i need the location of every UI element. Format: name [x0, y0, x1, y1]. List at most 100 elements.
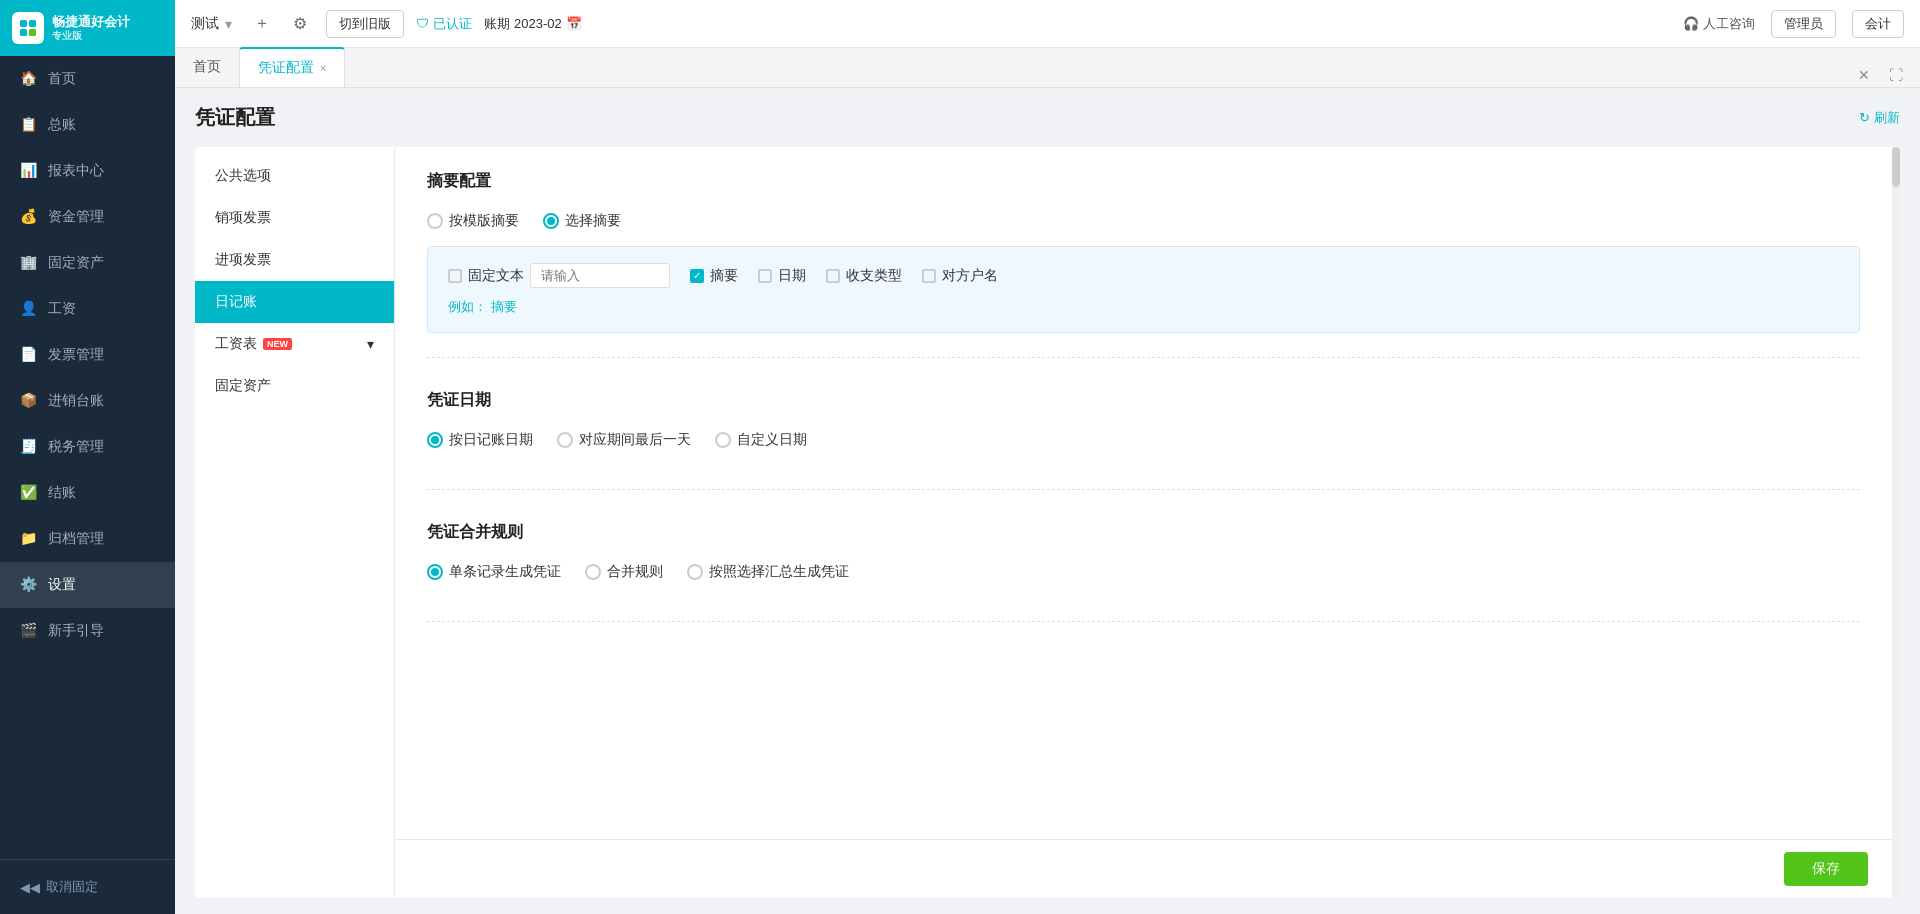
payroll-label: 工资表 NEW [215, 335, 292, 353]
topbar-actions: ＋ ⚙ [248, 10, 314, 38]
config-nav-public[interactable]: 公共选项 [195, 155, 394, 197]
verified-badge: 🛡 已认证 [416, 15, 472, 33]
voucher-date-radio-group: 按日记账日期 对应期间最后一天 自定义日期 [427, 431, 1860, 449]
payroll-icon: 👤 [20, 300, 38, 318]
save-bar: 保存 [395, 839, 1892, 898]
sidebar-item-funds[interactable]: 💰 资金管理 [0, 194, 175, 240]
income-type-checkbox[interactable] [826, 269, 840, 283]
sidebar-item-settlement[interactable]: ✅ 结账 [0, 470, 175, 516]
page-title-bar: 凭证配置 ↻ 刷新 [195, 104, 1900, 131]
summary-radio-template[interactable]: 按模版摘要 [427, 212, 519, 230]
summary-section-title: 摘要配置 [427, 171, 1860, 192]
page-wrapper: 凭证配置 ↻ 刷新 公共选项 销项发票 进项发票 [175, 88, 1920, 914]
sales-ledger-icon: 📦 [20, 392, 38, 410]
sidebar-item-invoice[interactable]: 📄 发票管理 [0, 332, 175, 378]
company-selector[interactable]: 测试 ▾ [191, 15, 232, 33]
app-logo: 畅捷通好会计 专业版 [0, 0, 175, 56]
voucher-merge-section-title: 凭证合并规则 [427, 522, 1860, 543]
home-icon: 🏠 [20, 70, 38, 88]
summary-checkbox[interactable] [690, 269, 704, 283]
topbar-right: 🎧 人工咨询 管理员 会计 [1683, 10, 1904, 38]
sidebar-item-ledger[interactable]: 📋 总账 [0, 102, 175, 148]
sidebar-item-fixed-assets[interactable]: 🏢 固定资产 [0, 240, 175, 286]
voucher-date-radio-custom[interactable]: 自定义日期 [715, 431, 807, 449]
summary-options-box: 固定文本 摘要 日期 [427, 246, 1860, 333]
config-nav-payroll[interactable]: 工资表 NEW ▾ [195, 323, 394, 365]
right-scrollbar-thumb[interactable] [1892, 147, 1900, 187]
voucher-date-section: 凭证日期 按日记账日期 对应期间最后一天 [427, 390, 1860, 490]
svg-rect-0 [20, 20, 27, 27]
maximize-window-button[interactable]: ⛶ [1884, 63, 1908, 87]
tabs-bar: 首页 凭证配置 × ✕ ⛶ [175, 48, 1920, 88]
config-nav-sales[interactable]: 销项发票 [195, 197, 394, 239]
ledger-icon: 📋 [20, 116, 38, 134]
sidebar-bottom: ◀◀ 取消固定 [0, 859, 175, 914]
config-nav-purchase[interactable]: 进项发票 [195, 239, 394, 281]
voucher-merge-radio-rule[interactable]: 合并规则 [585, 563, 663, 581]
archive-icon: 📁 [20, 530, 38, 548]
guide-icon: 🎬 [20, 622, 38, 640]
sidebar-item-sales-ledger[interactable]: 📦 进销台账 [0, 378, 175, 424]
main-area: 测试 ▾ ＋ ⚙ 切到旧版 🛡 已认证 账期 2023-02 📅 🎧 人工咨询 … [175, 0, 1920, 914]
config-content: 摘要配置 按模版摘要 选择摘要 [395, 147, 1892, 898]
summary-radio-select[interactable]: 选择摘要 [543, 212, 621, 230]
right-scrollbar [1892, 147, 1900, 898]
config-layout: 公共选项 销项发票 进项发票 日记账 工资表 NEW [195, 147, 1900, 898]
journal-date-radio-circle [427, 432, 443, 448]
summary-example: 例如： 摘要 [448, 298, 1839, 316]
calendar-icon[interactable]: 📅 [566, 16, 582, 31]
voucher-date-radio-journal[interactable]: 按日记账日期 [427, 431, 533, 449]
counterpart-checkbox-item[interactable]: 对方户名 [922, 267, 998, 285]
sidebar-item-reports[interactable]: 📊 报表中心 [0, 148, 175, 194]
close-window-button[interactable]: ✕ [1852, 63, 1876, 87]
accountant-button[interactable]: 会计 [1852, 10, 1904, 38]
sidebar-item-archive[interactable]: 📁 归档管理 [0, 516, 175, 562]
fixed-text-input[interactable] [530, 263, 670, 288]
voucher-merge-radio-summary[interactable]: 按照选择汇总生成凭证 [687, 563, 849, 581]
switch-old-version-button[interactable]: 切到旧版 [326, 10, 404, 38]
sidebar-item-settings[interactable]: ⚙️ 设置 [0, 562, 175, 608]
sidebar: 畅捷通好会计 专业版 🏠 首页 📋 总账 📊 报表中心 💰 资金管理 🏢 固定资… [0, 0, 175, 914]
config-nav: 公共选项 销项发票 进项发票 日记账 工资表 NEW [195, 147, 395, 898]
topbar: 测试 ▾ ＋ ⚙ 切到旧版 🛡 已认证 账期 2023-02 📅 🎧 人工咨询 … [175, 0, 1920, 48]
user-button[interactable]: 管理员 [1771, 10, 1836, 38]
config-nav-fixed-assets[interactable]: 固定资产 [195, 365, 394, 407]
voucher-merge-radio-single[interactable]: 单条记录生成凭证 [427, 563, 561, 581]
add-button[interactable]: ＋ [248, 10, 276, 38]
cancel-fixed-button[interactable]: ◀◀ 取消固定 [16, 872, 159, 902]
voucher-date-section-title: 凭证日期 [427, 390, 1860, 411]
reports-icon: 📊 [20, 162, 38, 180]
income-type-checkbox-item[interactable]: 收支类型 [826, 267, 902, 285]
fixed-text-checkbox[interactable] [448, 269, 462, 283]
settings-icon: ⚙️ [20, 576, 38, 594]
tab-close-icon[interactable]: × [320, 62, 326, 74]
date-checkbox-item[interactable]: 日期 [758, 267, 806, 285]
sidebar-item-payroll[interactable]: 👤 工资 [0, 286, 175, 332]
config-nav-journal[interactable]: 日记账 [195, 281, 394, 323]
select-radio-circle [543, 213, 559, 229]
voucher-merge-radio-group: 单条记录生成凭证 合并规则 按照选择汇总生成凭证 [427, 563, 1860, 581]
merge-rule-radio-circle [585, 564, 601, 580]
pin-icon: ◀◀ [20, 880, 40, 895]
settlement-icon: ✅ [20, 484, 38, 502]
voucher-date-radio-period-last[interactable]: 对应期间最后一天 [557, 431, 691, 449]
new-badge: NEW [263, 338, 292, 350]
logo-icon [12, 12, 44, 44]
tab-home[interactable]: 首页 [175, 47, 239, 87]
headset-icon: 🎧 [1683, 16, 1699, 31]
custom-date-radio-circle [715, 432, 731, 448]
refresh-button[interactable]: ↻ 刷新 [1859, 109, 1900, 127]
window-controls: ✕ ⛶ [1852, 63, 1920, 87]
tab-voucher-config[interactable]: 凭证配置 × [239, 47, 345, 87]
sidebar-item-tax[interactable]: 🧾 税务管理 [0, 424, 175, 470]
sidebar-navigation: 🏠 首页 📋 总账 📊 报表中心 💰 资金管理 🏢 固定资产 👤 工资 📄 发票… [0, 56, 175, 859]
date-checkbox[interactable] [758, 269, 772, 283]
save-button[interactable]: 保存 [1784, 852, 1868, 886]
sidebar-item-home[interactable]: 🏠 首页 [0, 56, 175, 102]
sidebar-item-guide[interactable]: 🎬 新手引导 [0, 608, 175, 654]
svg-rect-3 [29, 29, 36, 36]
counterpart-checkbox[interactable] [922, 269, 936, 283]
settings-button[interactable]: ⚙ [286, 10, 314, 38]
summary-checkbox-item[interactable]: 摘要 [690, 267, 738, 285]
consultation-button[interactable]: 🎧 人工咨询 [1683, 15, 1755, 33]
